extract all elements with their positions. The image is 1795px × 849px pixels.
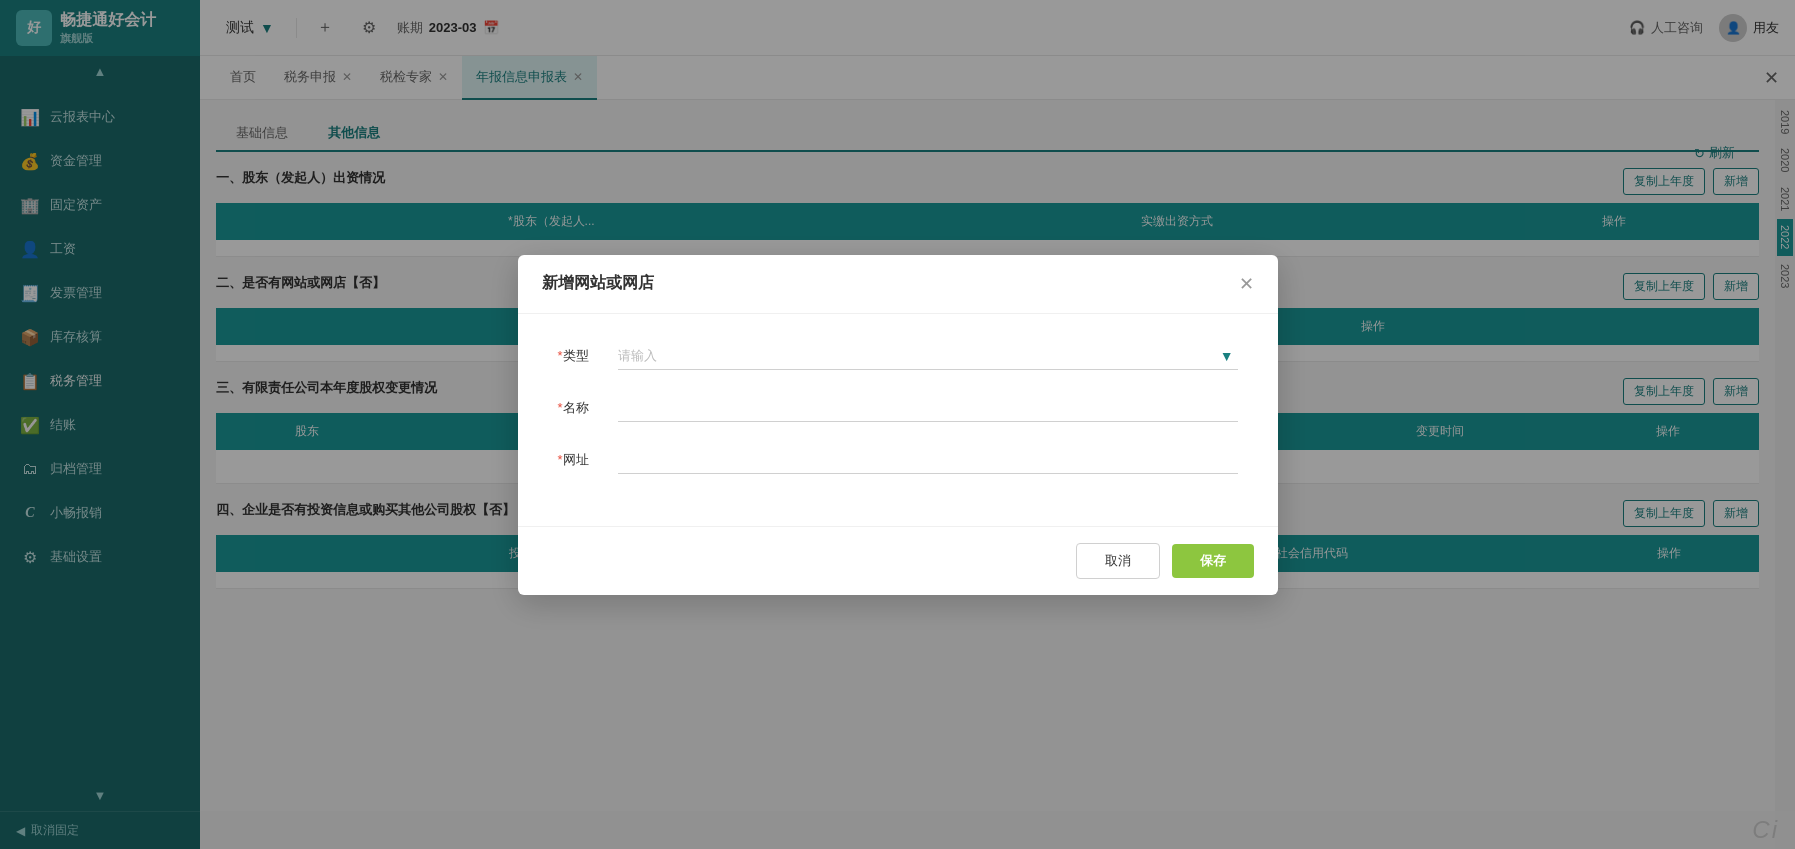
dialog-close-btn[interactable]: ✕ [1239,273,1254,295]
save-button[interactable]: 保存 [1172,544,1254,578]
name-required-mark: * [558,400,563,415]
url-input[interactable] [618,446,1238,474]
dialog-footer: 取消 保存 [518,526,1278,595]
name-label: *名称 [558,399,618,417]
type-label: *类型 [558,347,618,365]
dialog-body: *类型 ▼ *名称 *网址 [518,314,1278,526]
form-row-type: *类型 ▼ [558,342,1238,370]
name-input[interactable] [618,394,1238,422]
url-required-mark: * [558,452,563,467]
type-required-mark: * [558,348,563,363]
url-input-wrap [618,446,1238,474]
add-website-dialog: 新增网站或网店 ✕ *类型 ▼ *名称 [518,255,1278,595]
url-label: *网址 [558,451,618,469]
type-input-wrap: ▼ [618,342,1238,370]
dialog-overlay: 新增网站或网店 ✕ *类型 ▼ *名称 [0,0,1795,849]
name-input-wrap [618,394,1238,422]
type-input[interactable] [618,342,1238,370]
cancel-button[interactable]: 取消 [1076,543,1160,579]
form-row-name: *名称 [558,394,1238,422]
dialog-header: 新增网站或网店 ✕ [518,255,1278,314]
form-row-url: *网址 [558,446,1238,474]
dialog-title: 新增网站或网店 [542,273,654,294]
